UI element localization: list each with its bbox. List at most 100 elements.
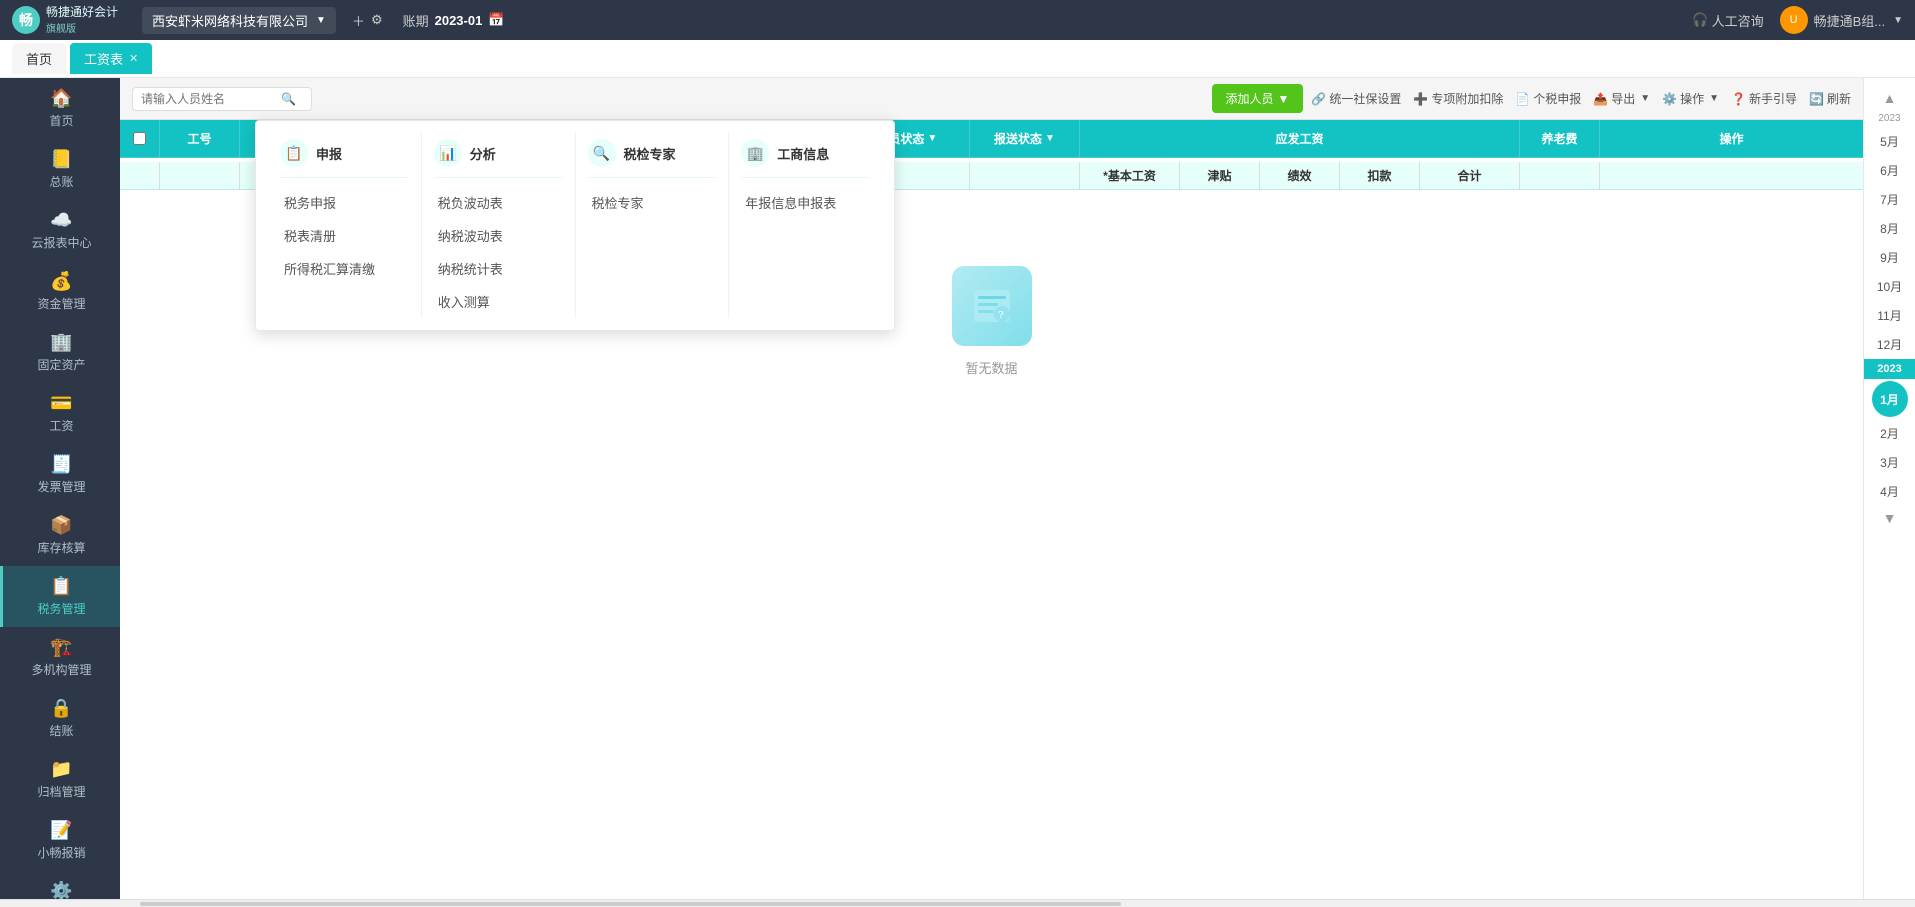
person-status-filter-icon: ▼ [927,133,937,144]
tax-burden-table-item[interactable]: 税负波动表 [434,186,563,219]
refresh-label: 刷新 [1827,90,1851,107]
tab-salary[interactable]: 工资表 ✕ [70,43,152,74]
tax-table-clear-item[interactable]: 税表清册 [280,219,409,252]
month-10[interactable]: 10月 [1864,272,1915,301]
month-2[interactable]: 2月 [1864,419,1915,448]
company-selector[interactable]: 西安虾米网络科技有限公司 ▼ [142,7,336,34]
select-all-checkbox[interactable] [133,132,146,145]
export-button[interactable]: 📤 导出 ▼ [1593,90,1650,107]
sidebar-item-cloud-report[interactable]: ☁️ 云报表中心 [0,200,120,261]
operations-icon: ⚙️ [1662,92,1677,106]
tax-icon: 📋 [50,576,72,597]
sidebar-item-fund[interactable]: 💰 资金管理 [0,261,120,322]
tax-declaration-item[interactable]: 税务申报 [280,186,409,219]
inventory-icon: 📦 [50,515,72,536]
report-status-filter-icon: ▼ [1045,133,1055,144]
section-tax-expert-title: 税检专家 [624,144,676,163]
sidebar-item-archive[interactable]: 📁 归档管理 [0,749,120,810]
sidebar-archive-label: 归档管理 [37,783,85,800]
tax-expert-section-icon: 🔍 [588,139,616,167]
th-total: 合计 [1420,162,1520,189]
multi-org-icon: 🏗️ [50,637,72,658]
sidebar-item-base-settings[interactable]: ⚙️ 基础设置 [0,871,120,899]
sidebar-multi-org-label: 多机构管理 [31,661,91,678]
settings-icon[interactable]: ⚙ [371,12,383,28]
headset-icon: 🎧 [1692,12,1708,28]
date-panel-down-nav[interactable]: ▼ [1864,506,1915,530]
sidebar-item-inventory[interactable]: 📦 库存核算 [0,505,120,566]
tax-expert-item[interactable]: 税检专家 [588,186,717,219]
export-icon: 📤 [1593,92,1608,106]
horizontal-scrollbar[interactable] [0,899,1915,907]
tab-home[interactable]: 首页 [12,43,66,74]
company-chevron-icon: ▼ [316,15,326,26]
newbie-guide-button[interactable]: ❓ 新手引导 [1731,90,1797,107]
sidebar-item-tax[interactable]: 📋 税务管理 [0,566,120,627]
support-button[interactable]: 🎧 人工咨询 [1692,11,1763,30]
add-person-button[interactable]: 添加人员 ▼ [1212,84,1304,113]
month-3[interactable]: 3月 [1864,448,1915,477]
logo-text-block: 畅捷通好会计 旗舰版 [46,5,118,34]
sidebar-item-closing[interactable]: 🔒 结账 [0,688,120,749]
operations-button[interactable]: ⚙️ 操作 ▼ [1662,90,1719,107]
add-company-button[interactable]: ＋ [352,11,365,30]
social-insurance-button[interactable]: 🔗 统一社保设置 [1311,90,1401,107]
sidebar-inventory-label: 库存核算 [37,539,85,556]
th-report-status-label: 报送状态 [994,130,1042,147]
month-8[interactable]: 8月 [1864,214,1915,243]
invoice-icon: 🧾 [50,454,72,475]
annual-report-item[interactable]: 年报信息申报表 [741,186,870,219]
sidebar-item-fixed-assets[interactable]: 🏢 固定资产 [0,322,120,383]
scrollbar-thumb[interactable] [140,902,1121,906]
sidebar-home-label: 首页 [49,112,73,129]
month-11[interactable]: 11月 [1864,301,1915,330]
dropdown-section-business-info: 🏢 工商信息 年报信息申报表 [729,133,882,318]
operations-label: 操作 [1680,90,1704,107]
search-input[interactable] [141,92,281,106]
month-9[interactable]: 9月 [1864,243,1915,272]
add-person-chevron-icon: ▼ [1278,92,1290,106]
tab-salary-close-icon[interactable]: ✕ [129,52,138,65]
sidebar-item-multi-org[interactable]: 🏗️ 多机构管理 [0,627,120,688]
calendar-icon[interactable]: 📅 [488,12,504,28]
sidebar-item-home[interactable]: 🏠 首页 [0,78,120,139]
month-12[interactable]: 12月 [1864,330,1915,359]
section-business-info-title: 工商信息 [777,144,829,163]
month-6[interactable]: 6月 [1864,156,1915,185]
sidebar-item-salary[interactable]: 💳 工资 [0,383,120,444]
income-tax-calc-item[interactable]: 所得税汇算清缴 [280,252,409,285]
period-value[interactable]: 2023-01 [435,13,483,28]
tax-stats-item[interactable]: 纳税统计表 [434,252,563,285]
support-label: 人工咨询 [1712,11,1764,30]
home-icon: 🏠 [50,88,72,109]
special-deduct-label: 专项附加扣除 [1431,90,1503,107]
month-4[interactable]: 4月 [1864,477,1915,506]
special-deduct-button[interactable]: ➕ 专项附加扣除 [1413,90,1503,107]
refresh-button[interactable]: 🔄 刷新 [1809,90,1851,107]
section-declaration-header: 📋 申报 [280,133,409,178]
th-report-status[interactable]: 报送状态 ▼ [970,120,1080,157]
sidebar-cloud-label: 云报表中心 [31,234,91,251]
search-icon: 🔍 [281,92,296,106]
user-chevron-icon: ▼ [1893,15,1903,26]
income-calc-item[interactable]: 收入测算 [434,285,563,318]
section-business-info-header: 🏢 工商信息 [741,133,870,178]
operations-chevron-icon: ▼ [1709,93,1719,104]
checkbox-header[interactable] [120,120,160,157]
tax-return-button[interactable]: 📄 个税申报 [1515,90,1581,107]
th-base-salary: *基本工资 [1080,162,1180,189]
sidebar-item-invoice[interactable]: 🧾 发票管理 [0,444,120,505]
top-header: 畅 畅捷通好会计 旗舰版 西安虾米网络科技有限公司 ▼ ＋ ⚙ 账期 2023-… [0,0,1915,40]
sidebar-item-ledger[interactable]: 📒 总账 [0,139,120,200]
sidebar-item-xiaochang[interactable]: 📝 小畅报销 [0,810,120,871]
month-1-active[interactable]: 1月 [1872,381,1908,417]
date-panel-up-nav[interactable]: ▲ [1864,86,1915,110]
social-insurance-label: 统一社保设置 [1329,90,1401,107]
month-7[interactable]: 7月 [1864,185,1915,214]
avatar: U [1780,6,1808,34]
dropdown-section-declaration: 📋 申报 税务申报 税表清册 所得税汇算清缴 [268,133,422,318]
month-5[interactable]: 5月 [1864,127,1915,156]
user-area[interactable]: U 畅捷通B组... ▼ [1780,6,1903,34]
sidebar-fixed-assets-label: 固定资产 [37,356,85,373]
vat-fluctuation-item[interactable]: 纳税波动表 [434,219,563,252]
